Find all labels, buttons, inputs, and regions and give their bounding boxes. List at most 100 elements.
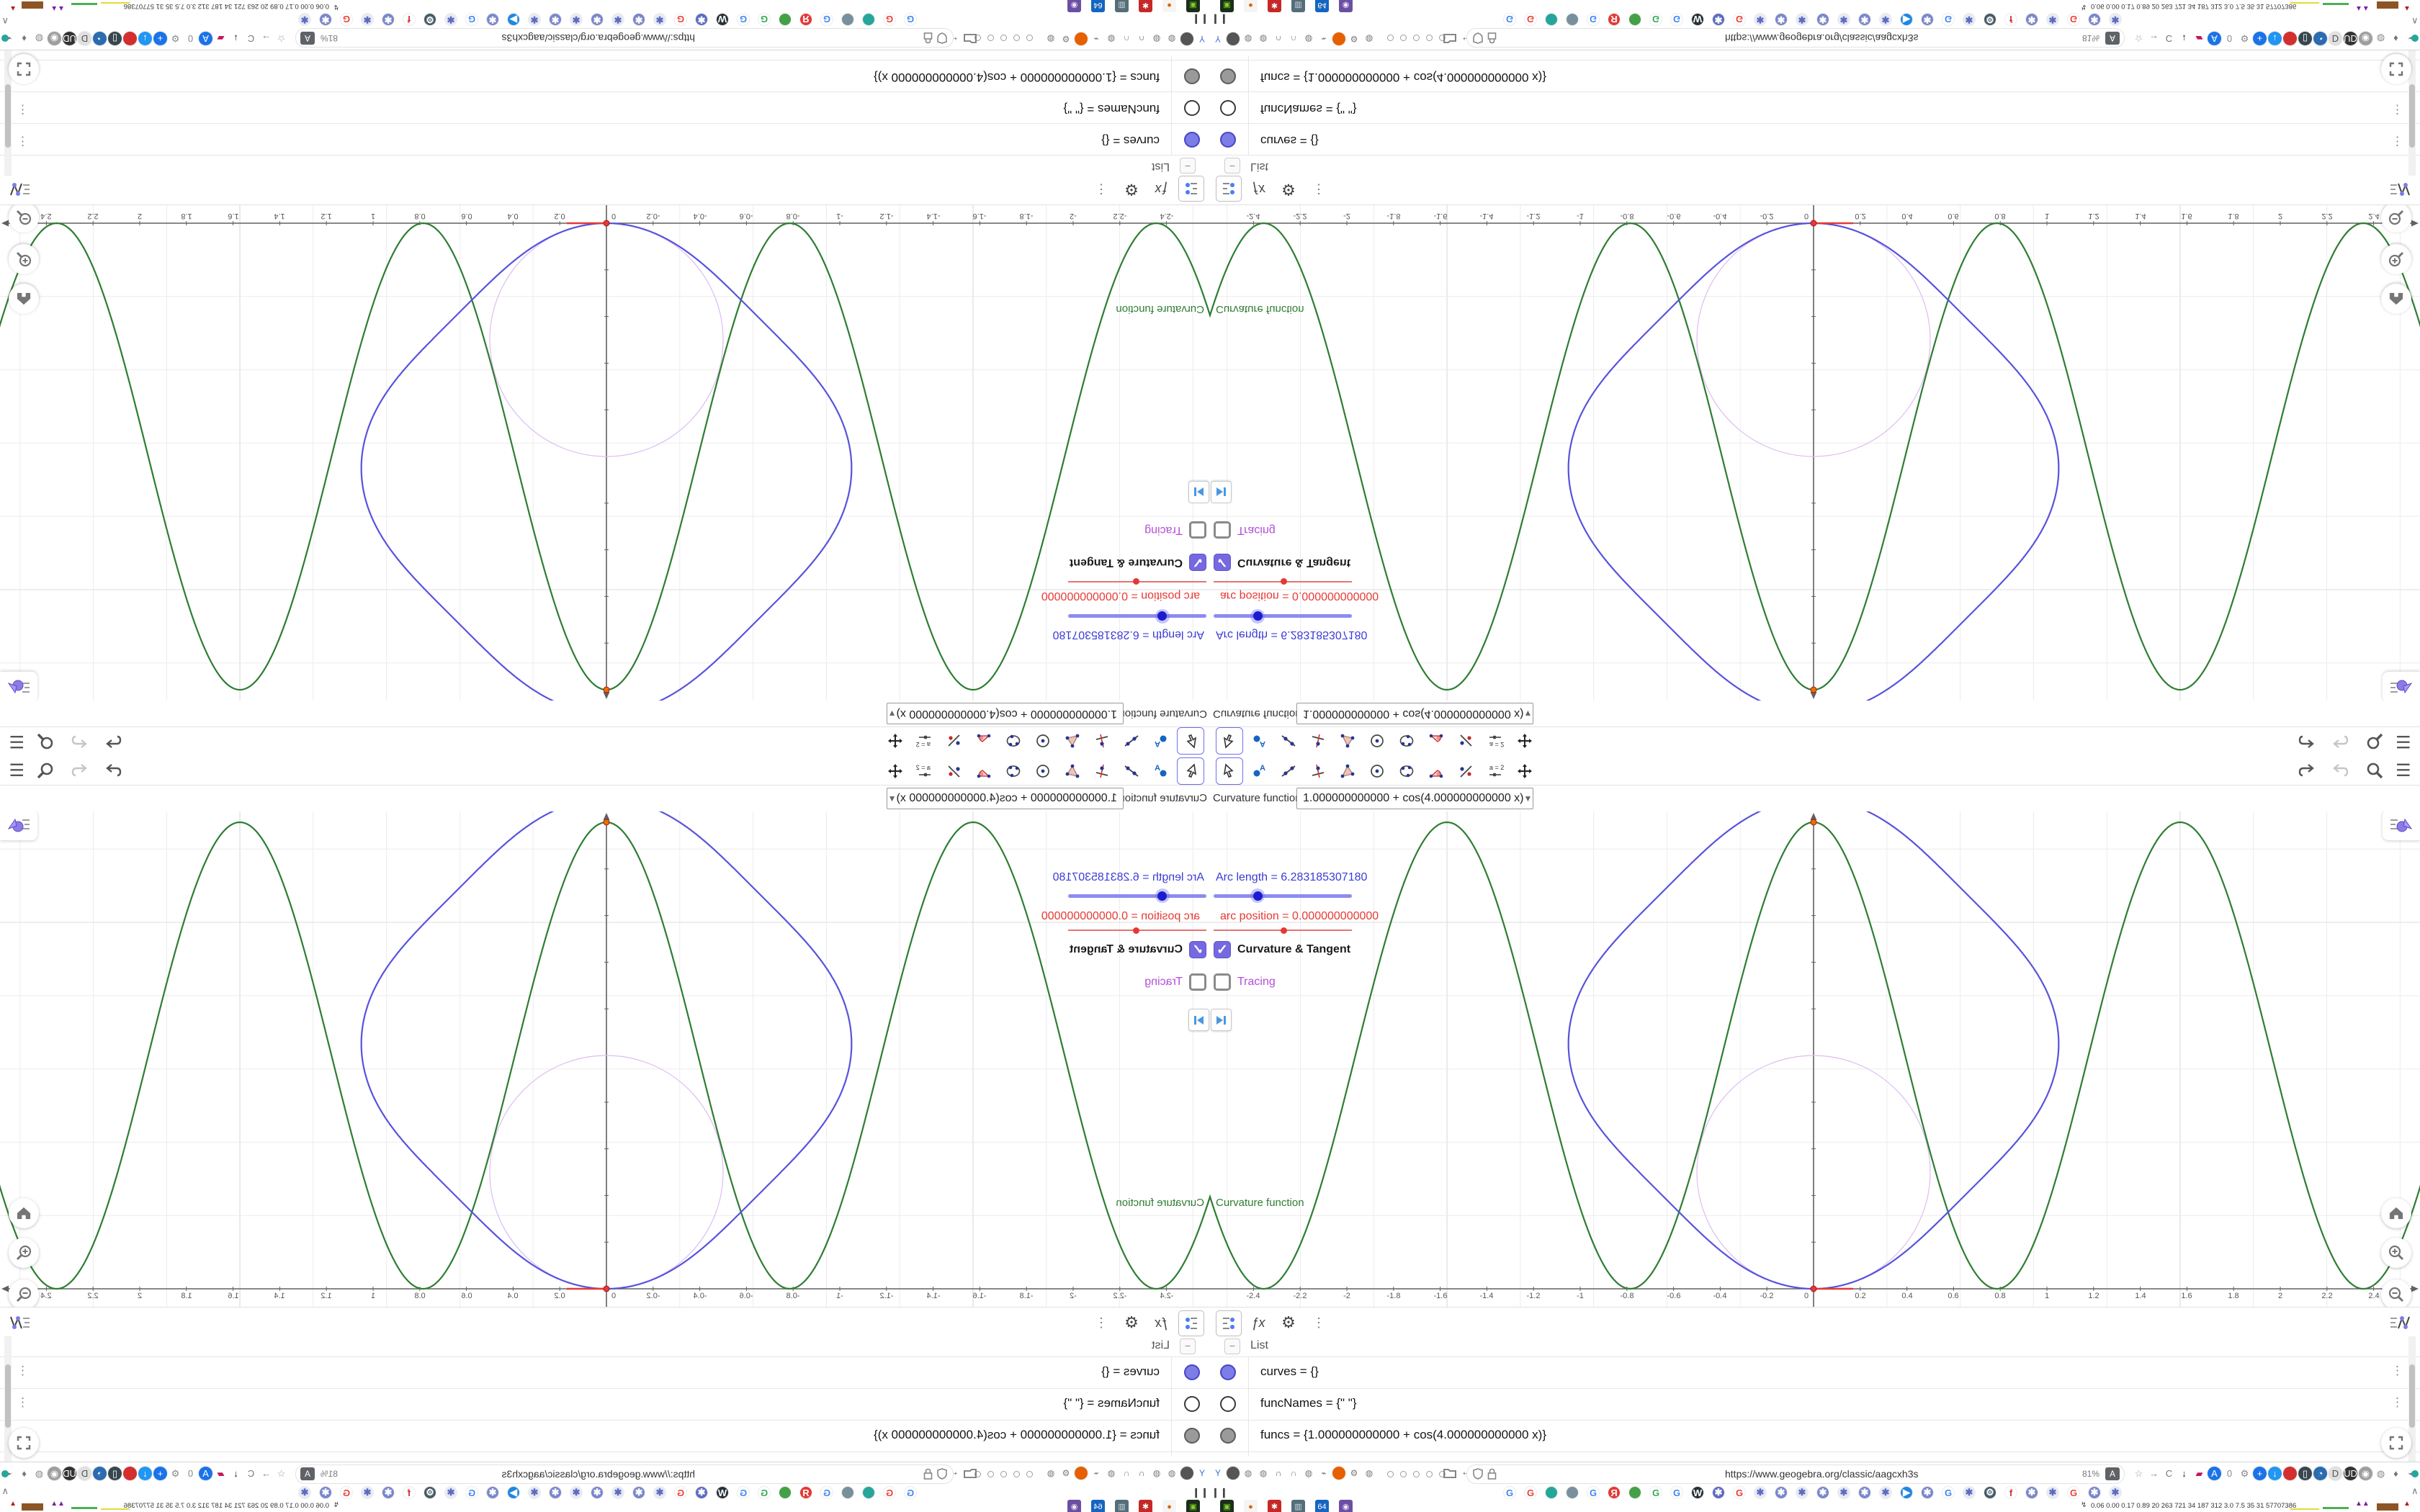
bookmark-favicon[interactable]: ✱ xyxy=(1796,14,1808,25)
bookmark-favicon[interactable]: G xyxy=(1504,1487,1515,1498)
shield-icon[interactable] xyxy=(937,29,947,44)
curvature-tangent-checkbox[interactable]: ✓ xyxy=(1189,554,1206,571)
function-dropdown-input[interactable]: 1.000000000000 + cos(4.000000000000 x) ▼ xyxy=(887,703,1124,724)
trash-icon[interactable]: ▯ xyxy=(108,1467,122,1480)
globe-icon[interactable]: ◍ xyxy=(1242,32,1255,45)
trash-icon[interactable]: ▯ xyxy=(2298,32,2312,45)
collapse-button[interactable]: − xyxy=(1180,158,1196,174)
bookmark-favicon[interactable]: ✱ xyxy=(612,14,624,25)
arc-icon[interactable]: ∩ xyxy=(1287,1467,1300,1480)
algebra-view-button[interactable] xyxy=(2388,177,2413,202)
plus-icon[interactable]: + xyxy=(153,32,167,45)
taskbar-app-icon[interactable]: ◉ xyxy=(1339,0,1353,12)
tool-conic-five-points[interactable] xyxy=(1000,727,1027,755)
arc-length-slider[interactable] xyxy=(1214,614,1352,618)
headphones-icon[interactable]: ∩ xyxy=(1135,1467,1148,1480)
bookmark-favicon[interactable] xyxy=(842,1487,853,1498)
visibility-toggle[interactable] xyxy=(1220,1364,1236,1380)
bookmark-favicon[interactable]: ✱ xyxy=(299,1487,310,1498)
visibility-toggle[interactable] xyxy=(1184,68,1200,84)
plus-icon[interactable]: + xyxy=(153,1467,167,1480)
bookmark-favicon[interactable] xyxy=(1567,14,1578,25)
gear-icon[interactable]: ⚙ xyxy=(169,32,182,45)
algebra-row-funcs[interactable]: funcs = {1.000000000000 + cos(4.00000000… xyxy=(1210,1420,2420,1452)
bookmark-favicon[interactable]: Я xyxy=(1608,14,1620,25)
globe-icon[interactable]: ◍ xyxy=(32,32,46,45)
taskbar-app-icon[interactable]: 64 xyxy=(1091,0,1105,12)
arc-length-slider[interactable] xyxy=(1068,894,1206,898)
bookmark-favicon[interactable]: G xyxy=(1525,1487,1536,1498)
bookmark-favicon[interactable]: ✱ xyxy=(1713,14,1724,25)
bookmark-favicon[interactable]: ✱ xyxy=(1859,1487,1870,1498)
bookmark-favicon[interactable]: Я xyxy=(800,14,812,25)
shield-icon[interactable]: ◉ xyxy=(2359,1467,2372,1480)
graphics-stylebar-toggle[interactable] xyxy=(2383,672,2420,701)
algebra-row-curves[interactable]: curves = {} ⋮ xyxy=(1210,1356,2420,1389)
visibility-toggle[interactable] xyxy=(1184,1396,1200,1412)
visibility-toggle[interactable] xyxy=(1184,100,1200,116)
bookmark-favicon[interactable]: ✱ xyxy=(362,14,373,25)
settings-button[interactable]: ⚙ xyxy=(1276,1310,1301,1335)
globe-icon[interactable]: ◍ xyxy=(1302,32,1315,45)
bookmark-favicon[interactable]: ✱ xyxy=(2089,1487,2100,1498)
bookmark-favicon[interactable] xyxy=(779,14,791,25)
star-icon[interactable]: ☆ xyxy=(2132,1467,2146,1480)
arc-position-slider-handle[interactable] xyxy=(1281,578,1287,585)
folder-icon[interactable] xyxy=(1443,1467,1456,1482)
bookmark-favicon[interactable]: ✱ xyxy=(2089,14,2100,25)
bookmark-favicon[interactable]: G xyxy=(1734,14,1745,25)
arc-position-point[interactable] xyxy=(603,1285,610,1292)
bookmark-favicon[interactable]: ✱ xyxy=(1922,1487,1933,1498)
firefox-icon[interactable] xyxy=(1075,32,1088,45)
firefox-icon[interactable] xyxy=(1075,1467,1088,1480)
curvature-tangent-checkbox[interactable]: ✓ xyxy=(1214,941,1231,958)
arc-position-slider-handle[interactable] xyxy=(1133,927,1139,934)
curvature-tangent-checkbox[interactable]: ✓ xyxy=(1214,554,1231,571)
card-icon[interactable]: D xyxy=(78,1467,91,1480)
tool-reflect-about-line[interactable] xyxy=(941,757,968,785)
stylebar-more-button[interactable]: ⋮ xyxy=(1307,1310,1331,1335)
translate-icon[interactable]: A xyxy=(2208,32,2221,45)
tracing-checkbox[interactable] xyxy=(1214,521,1231,539)
star-icon[interactable]: ☆ xyxy=(274,32,288,45)
gear-icon[interactable]: ⚙ xyxy=(1059,1467,1072,1480)
kebab-menu-icon[interactable]: ⋮ xyxy=(17,1395,29,1410)
graphics-stylebar-toggle[interactable] xyxy=(0,672,37,701)
taskbar-app-icon[interactable]: ✱ xyxy=(1268,1500,1281,1512)
lock-icon[interactable] xyxy=(1487,1468,1497,1483)
home-button[interactable] xyxy=(2381,1198,2411,1228)
bookmark-favicon[interactable]: G xyxy=(1525,14,1536,25)
font-size-icon[interactable]: A xyxy=(300,32,315,45)
arrow-icon[interactable]: → xyxy=(2147,32,2161,45)
plus-icon[interactable]: + xyxy=(2253,32,2267,45)
tool-circle-center-point[interactable] xyxy=(1029,757,1057,785)
taskbar-app-icon[interactable]: ▣ xyxy=(1186,0,1200,12)
bookmark-favicon[interactable]: ✱ xyxy=(299,14,310,25)
bookmark-favicon[interactable]: G xyxy=(821,14,833,25)
download-icon[interactable]: ↓ xyxy=(229,32,243,45)
collapse-button[interactable]: − xyxy=(1180,1338,1196,1354)
undo-button[interactable] xyxy=(101,732,122,752)
arc-length-slider[interactable] xyxy=(1068,614,1206,618)
gear-icon[interactable]: ⚙ xyxy=(169,1467,182,1480)
bookmark-favicon[interactable]: G xyxy=(1671,1487,1682,1498)
reload-icon[interactable]: C xyxy=(244,32,258,45)
fullscreen-button[interactable] xyxy=(2381,54,2411,84)
bookmark-favicon[interactable]: ✱ xyxy=(487,1487,498,1498)
algebra-sort-button[interactable] xyxy=(1178,176,1204,202)
globe-icon[interactable]: ◍ xyxy=(1105,32,1118,45)
bookmark-favicon[interactable]: ▶ xyxy=(1901,1487,1912,1498)
graphics-view[interactable]: -2.4 -2.2 -2 -1.8 -1.6 -1.4 -1.2 -1 -0.8 -0.6 -0.4… xyxy=(0,205,1210,701)
bookmark-favicon[interactable]: f xyxy=(403,1487,415,1498)
bookmark-favicon[interactable]: ✱ xyxy=(1963,1487,1975,1498)
reload-icon[interactable]: C xyxy=(2162,1467,2176,1480)
bookmark-favicon[interactable]: G xyxy=(884,14,895,25)
gear-icon[interactable]: ⚙ xyxy=(2238,1467,2251,1480)
search-button[interactable] xyxy=(2365,760,2384,780)
bookmark-favicon[interactable]: ✱ xyxy=(1838,14,1850,25)
wrench-icon[interactable]: ⌁ xyxy=(1317,32,1330,45)
bookmark-favicon[interactable]: ⚙ xyxy=(424,1487,436,1498)
taskbar-app-icon[interactable]: ▥ xyxy=(1115,1500,1129,1512)
function-dropdown-input[interactable]: 1.000000000000 + cos(4.000000000000 x) ▼ xyxy=(887,788,1124,809)
wrench-icon[interactable]: ⌁ xyxy=(1317,1467,1330,1480)
